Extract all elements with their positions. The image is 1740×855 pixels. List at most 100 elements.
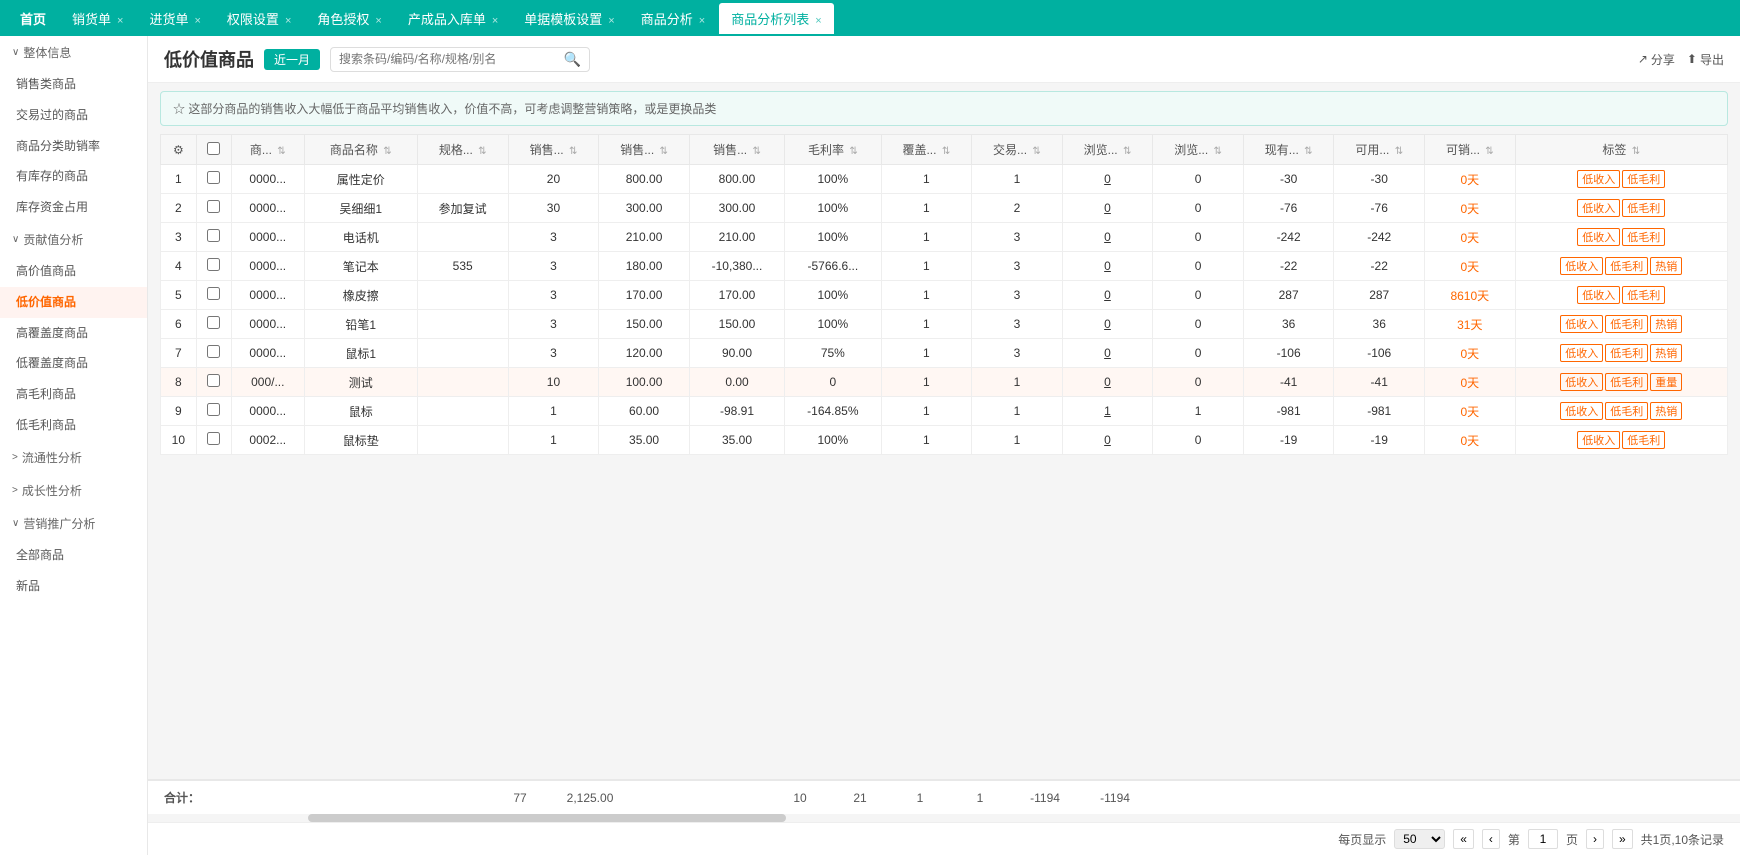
close-icon[interactable]: × — [285, 15, 291, 27]
nav-product-analysis[interactable]: 商品分析× — [629, 3, 717, 34]
time-tag-btn[interactable]: 近一月 — [264, 49, 320, 70]
sidebar-group-circulation[interactable]: > 流通性分析 — [0, 441, 147, 474]
page-number-input[interactable] — [1528, 829, 1558, 849]
row-checkbox[interactable] — [196, 252, 231, 281]
search-input[interactable] — [339, 52, 564, 66]
view1-link[interactable]: 0 — [1104, 172, 1111, 186]
row-checkbox[interactable] — [196, 397, 231, 426]
row-checkbox[interactable] — [196, 426, 231, 455]
view1-link[interactable]: 0 — [1104, 375, 1111, 389]
view1-link[interactable]: 0 — [1104, 259, 1111, 273]
close-icon[interactable]: × — [699, 15, 705, 27]
sidebar-group-growth[interactable]: > 成长性分析 — [0, 474, 147, 507]
col-spec[interactable]: 规格... ⇅ — [417, 135, 508, 165]
sidebar-item-low-margin[interactable]: 低毛利商品 — [0, 410, 147, 441]
row-checkbox-input[interactable] — [207, 403, 220, 416]
row-view1[interactable]: 0 — [1062, 368, 1153, 397]
col-settings[interactable]: ⚙ — [161, 135, 197, 165]
col-coverage[interactable]: 覆盖... ⇅ — [881, 135, 972, 165]
nav-purchase[interactable]: 进货单× — [137, 3, 212, 34]
nav-template[interactable]: 单据模板设置× — [512, 3, 626, 34]
sidebar-item-stock-capital[interactable]: 库存资金占用 — [0, 192, 147, 223]
col-current-stock[interactable]: 现有... ⇅ — [1243, 135, 1334, 165]
view1-link[interactable]: 1 — [1104, 404, 1111, 418]
row-checkbox[interactable] — [196, 368, 231, 397]
close-icon[interactable]: × — [194, 15, 200, 27]
row-view1[interactable]: 0 — [1062, 281, 1153, 310]
sidebar-item-high-coverage[interactable]: 高覆盖度商品 — [0, 318, 147, 349]
view1-link[interactable]: 0 — [1104, 317, 1111, 331]
sidebar-item-high-margin[interactable]: 高毛利商品 — [0, 379, 147, 410]
sidebar-item-in-stock[interactable]: 有库存的商品 — [0, 161, 147, 192]
view1-link[interactable]: 0 — [1104, 288, 1111, 302]
share-btn[interactable]: ↗ 分享 — [1638, 51, 1675, 68]
row-checkbox-input[interactable] — [207, 345, 220, 358]
col-trade[interactable]: 交易... ⇅ — [972, 135, 1063, 165]
row-view1[interactable]: 0 — [1062, 310, 1153, 339]
row-checkbox[interactable] — [196, 310, 231, 339]
next-page-btn[interactable]: › — [1586, 829, 1604, 849]
col-available[interactable]: 可用... ⇅ — [1334, 135, 1425, 165]
row-checkbox-input[interactable] — [207, 171, 220, 184]
sidebar-group-overall[interactable]: ∨ 整体信息 — [0, 36, 147, 69]
row-view1[interactable]: 1 — [1062, 397, 1153, 426]
nav-permission[interactable]: 权限设置× — [215, 3, 303, 34]
sidebar-item-low-value[interactable]: 低价值商品 — [0, 287, 147, 318]
sidebar-item-low-coverage[interactable]: 低覆盖度商品 — [0, 348, 147, 379]
col-code[interactable]: 商... ⇅ — [231, 135, 304, 165]
row-view1[interactable]: 0 — [1062, 339, 1153, 368]
row-checkbox[interactable] — [196, 281, 231, 310]
close-icon[interactable]: × — [492, 15, 498, 27]
page-size-select[interactable]: 50 100 200 — [1394, 829, 1445, 849]
prev-page-btn[interactable]: ‹ — [1482, 829, 1500, 849]
row-view1[interactable]: 0 — [1062, 194, 1153, 223]
sidebar-item-category-rate[interactable]: 商品分类助销率 — [0, 131, 147, 162]
close-icon[interactable]: × — [815, 15, 821, 27]
close-icon[interactable]: × — [117, 15, 123, 27]
row-view1[interactable]: 0 — [1062, 252, 1153, 281]
row-view1[interactable]: 0 — [1062, 426, 1153, 455]
row-checkbox-input[interactable] — [207, 200, 220, 213]
nav-sales[interactable]: 销货单× — [60, 3, 135, 34]
sidebar-item-all-products[interactable]: 全部商品 — [0, 540, 147, 571]
row-checkbox[interactable] — [196, 165, 231, 194]
col-view2[interactable]: 浏览... ⇅ — [1153, 135, 1244, 165]
first-page-btn[interactable]: « — [1453, 829, 1474, 849]
sidebar-group-contribution[interactable]: ∨ 贡献值分析 — [0, 223, 147, 256]
view1-link[interactable]: 0 — [1104, 433, 1111, 447]
close-icon[interactable]: × — [375, 15, 381, 27]
export-btn[interactable]: ⬆ 导出 — [1687, 51, 1724, 68]
col-sale-profit[interactable]: 销售... ⇅ — [689, 135, 784, 165]
sidebar-item-traded[interactable]: 交易过的商品 — [0, 100, 147, 131]
row-checkbox-input[interactable] — [207, 229, 220, 242]
row-checkbox-input[interactable] — [207, 432, 220, 445]
row-checkbox[interactable] — [196, 223, 231, 252]
row-checkbox-input[interactable] — [207, 316, 220, 329]
scrollbar-thumb[interactable] — [308, 814, 786, 822]
sidebar-item-sales-products[interactable]: 销售类商品 — [0, 69, 147, 100]
col-sale-amount[interactable]: 销售... ⇅ — [599, 135, 690, 165]
col-view1[interactable]: 浏览... ⇅ — [1062, 135, 1153, 165]
row-checkbox[interactable] — [196, 339, 231, 368]
last-page-btn[interactable]: » — [1612, 829, 1633, 849]
col-sellable[interactable]: 可销... ⇅ — [1425, 135, 1516, 165]
nav-stock-in[interactable]: 产成品入库单× — [396, 3, 510, 34]
row-checkbox-input[interactable] — [207, 287, 220, 300]
row-view1[interactable]: 0 — [1062, 223, 1153, 252]
nav-role[interactable]: 角色授权× — [305, 3, 393, 34]
sidebar-group-marketing[interactable]: ∨ 营销推广分析 — [0, 507, 147, 540]
nav-product-analysis-list[interactable]: 商品分析列表× — [719, 3, 833, 34]
row-checkbox-input[interactable] — [207, 258, 220, 271]
view1-link[interactable]: 0 — [1104, 346, 1111, 360]
select-all-checkbox[interactable] — [207, 142, 220, 155]
row-checkbox[interactable] — [196, 194, 231, 223]
search-icon[interactable]: 🔍 — [564, 51, 581, 68]
close-icon[interactable]: × — [608, 15, 614, 27]
view1-link[interactable]: 0 — [1104, 230, 1111, 244]
nav-home[interactable]: 首页 — [8, 3, 58, 34]
col-tags[interactable]: 标签 ⇅ — [1515, 135, 1727, 165]
col-name[interactable]: 商品名称 ⇅ — [304, 135, 417, 165]
row-view1[interactable]: 0 — [1062, 165, 1153, 194]
row-checkbox-input[interactable] — [207, 374, 220, 387]
sidebar-item-high-value[interactable]: 高价值商品 — [0, 256, 147, 287]
